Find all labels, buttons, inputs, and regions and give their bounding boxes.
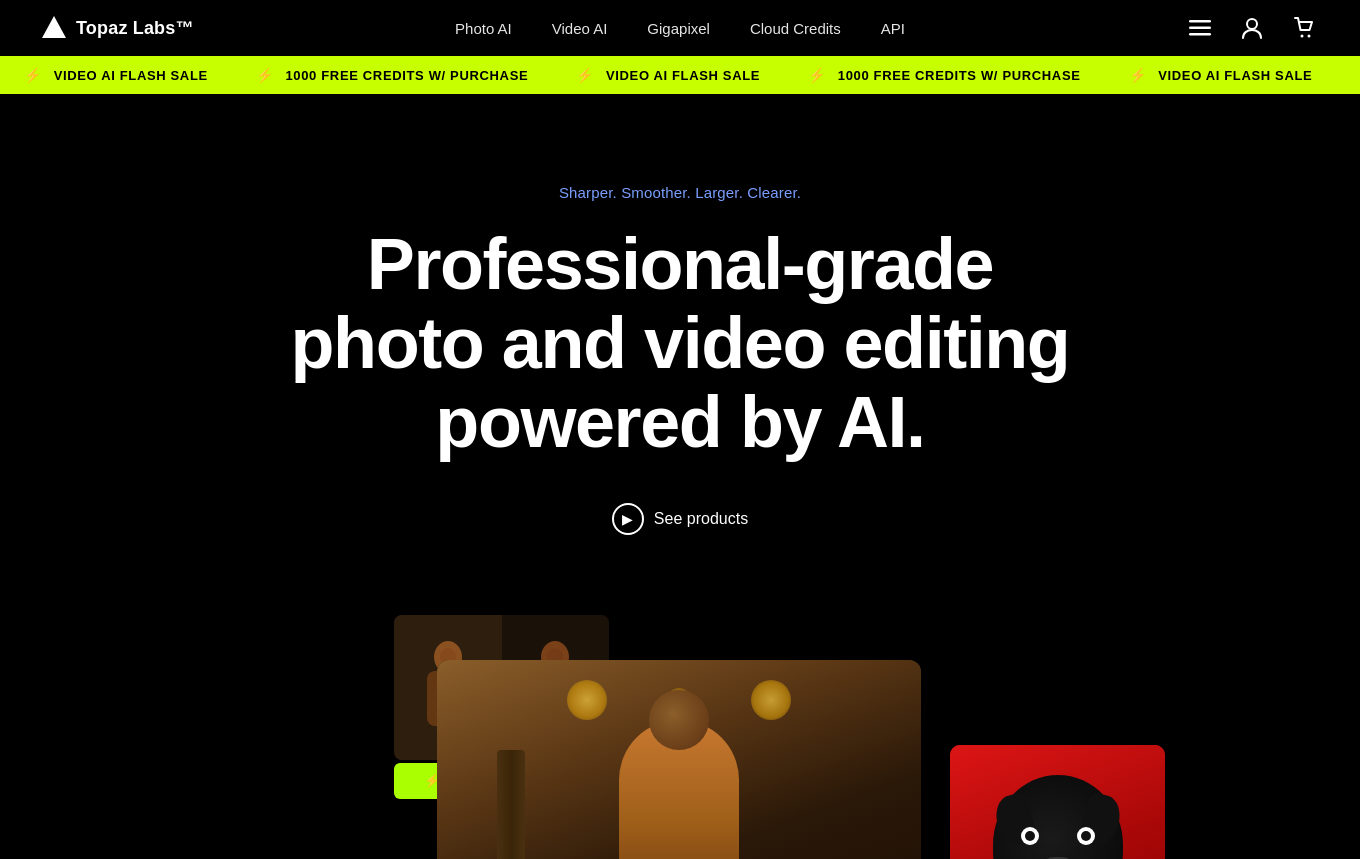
nav-link-cloud-credits[interactable]: Cloud Credits — [750, 20, 841, 37]
svg-rect-3 — [1189, 33, 1211, 36]
account-button[interactable] — [1236, 12, 1268, 44]
menu-button[interactable] — [1184, 12, 1216, 44]
bolt-icon: ⚡ — [576, 67, 594, 83]
svg-rect-2 — [1189, 27, 1211, 30]
bolt-icon: ⚡ — [808, 67, 826, 83]
light-orb — [751, 680, 791, 720]
see-products-button[interactable]: ▶ See products — [612, 503, 748, 535]
scene-figure — [619, 720, 739, 859]
svg-point-5 — [1301, 35, 1304, 38]
cta-label: See products — [654, 510, 748, 528]
dog-photo-inner — [950, 745, 1165, 859]
dog-figure — [973, 765, 1143, 859]
main-video-card — [437, 660, 921, 859]
navbar: Topaz Labs™ Photo AI Video AI Gigapixel … — [0, 0, 1360, 56]
cart-icon — [1294, 17, 1314, 39]
dog-photo-card — [950, 745, 1165, 859]
logo-icon — [40, 14, 68, 42]
promo-banner[interactable]: ⚡VIDEO AI FLASH SALE ⚡1000 FREE CREDITS … — [0, 56, 1360, 94]
arrow-right-icon: ▶ — [622, 511, 633, 527]
marquee-item: ⚡1000 FREE CREDITS W/ PURCHASE — [784, 67, 1104, 83]
hero-section: Sharper. Smoother. Larger. Clearer. Prof… — [0, 94, 1360, 595]
nav-links: Photo AI Video AI Gigapixel Cloud Credit… — [455, 20, 905, 37]
media-collage: ⚡ Run Autopilot — [0, 615, 1360, 859]
nav-link-video-ai[interactable]: Video AI — [552, 20, 608, 37]
nav-link-api[interactable]: API — [881, 20, 905, 37]
svg-rect-1 — [1189, 20, 1211, 23]
logo[interactable]: Topaz Labs™ — [40, 14, 194, 42]
bolt-icon: ⚡ — [1129, 67, 1147, 83]
marquee-track: ⚡VIDEO AI FLASH SALE ⚡1000 FREE CREDITS … — [0, 67, 1360, 83]
marquee-item: ⚡VIDEO AI FLASH SALE — [0, 67, 232, 83]
dog-eye-right — [1077, 827, 1095, 845]
cart-button[interactable] — [1288, 12, 1320, 44]
nav-right — [1184, 12, 1320, 44]
svg-marker-0 — [42, 16, 66, 38]
hero-title: Professional-grade photo and video editi… — [270, 225, 1090, 463]
marquee-item: ⚡1000 FREE CREDITS W/ PURCHASE — [1336, 67, 1360, 83]
scene-column — [497, 750, 525, 859]
dog-head — [993, 775, 1123, 859]
nav-link-photo-ai[interactable]: Photo AI — [455, 20, 512, 37]
user-icon — [1242, 17, 1262, 39]
svg-point-4 — [1247, 19, 1257, 29]
hamburger-icon — [1189, 20, 1211, 36]
svg-point-6 — [1308, 35, 1311, 38]
marquee-item: ⚡1000 FREE CREDITS W/ PURCHASE — [232, 67, 552, 83]
hero-subtitle: Sharper. Smoother. Larger. Clearer. — [40, 184, 1320, 201]
cta-circle-icon: ▶ — [612, 503, 644, 535]
nav-link-gigapixel[interactable]: Gigapixel — [647, 20, 710, 37]
marquee-item: ⚡VIDEO AI FLASH SALE — [1105, 67, 1337, 83]
light-orb — [567, 680, 607, 720]
bolt-icon: ⚡ — [256, 67, 274, 83]
scene-figure-head — [649, 690, 709, 750]
main-video-inner — [437, 660, 921, 859]
marquee-item: ⚡VIDEO AI FLASH SALE — [552, 67, 784, 83]
logo-text: Topaz Labs™ — [76, 18, 194, 39]
bolt-icon: ⚡ — [24, 67, 42, 83]
dog-eye-left — [1021, 827, 1039, 845]
